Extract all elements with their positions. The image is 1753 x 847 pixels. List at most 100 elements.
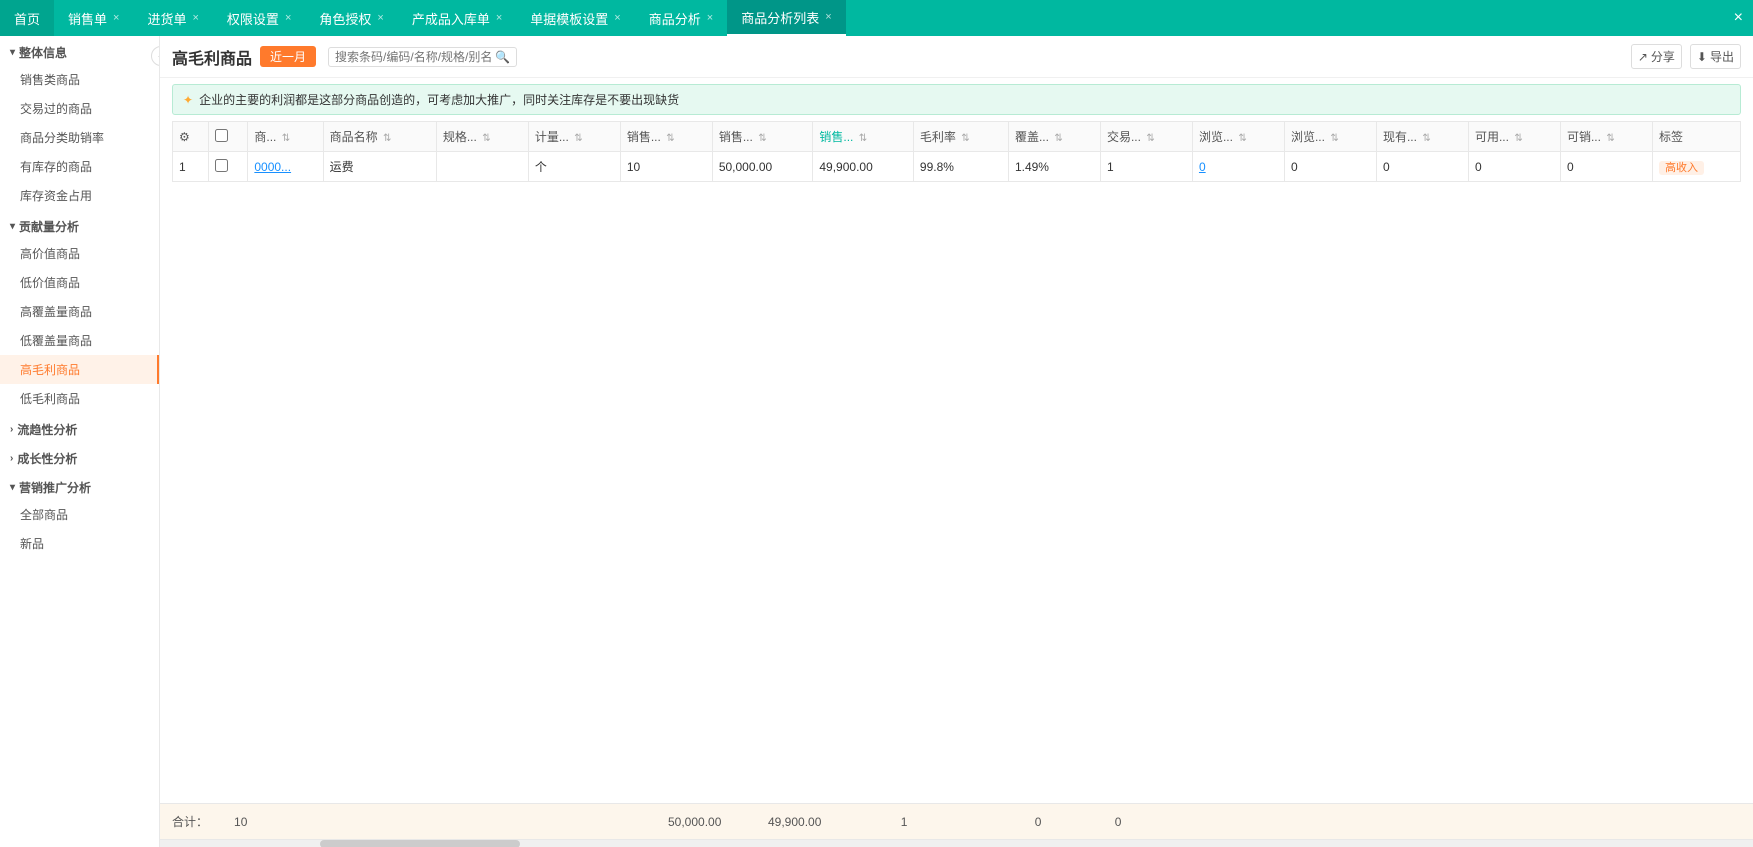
sidebar-group-marketing-label: 营销推广分析 (19, 479, 91, 496)
th-browse1[interactable]: 浏览... ⇅ (1192, 122, 1284, 152)
nav-item-template[interactable]: 单据模板设置 × (516, 0, 634, 36)
sidebar-group-contribution-label: 贡献量分析 (19, 218, 79, 235)
nav-label-template: 单据模板设置 (530, 9, 608, 28)
sort-coverage[interactable]: ⇅ (1054, 133, 1062, 144)
sort-name[interactable]: ⇅ (383, 133, 391, 144)
sidebar-item-high-value[interactable]: 高价值商品 (0, 239, 159, 268)
th-tag: 标签 (1652, 122, 1740, 152)
nav-label-analysis-list: 商品分析列表 (741, 8, 819, 27)
th-sale-amount[interactable]: 销售... ⇅ (712, 122, 813, 152)
sidebar-group-contribution[interactable]: ▾ 贡献量分析 (0, 210, 159, 239)
sidebar-item-sales-goods[interactable]: 销售类商品 (0, 65, 159, 94)
sort-gross-rate[interactable]: ⇅ (961, 133, 969, 144)
th-name[interactable]: 商品名称 ⇅ (323, 122, 436, 152)
sidebar-item-high-coverage[interactable]: 高覆盖量商品 (0, 297, 159, 326)
sort-code[interactable]: ⇅ (282, 133, 290, 144)
sidebar-group-overall-label: 整体信息 (19, 44, 67, 61)
sidebar-item-low-coverage[interactable]: 低覆盖量商品 (0, 326, 159, 355)
nav-item-roles[interactable]: 角色授权 × (305, 0, 397, 36)
th-unit[interactable]: 计量... ⇅ (528, 122, 620, 152)
share-label: 分享 (1651, 48, 1675, 65)
sidebar-group-trend[interactable]: › 流趋性分析 (0, 413, 159, 442)
footer-bar: 合计： 10 50,000.00 49,900.00 1 0 0 (160, 803, 1753, 839)
nav-item-analysis-list[interactable]: 商品分析列表 × (727, 0, 845, 36)
sort-available[interactable]: ⇅ (1514, 133, 1522, 144)
th-gross-rate[interactable]: 毛利率 ⇅ (913, 122, 1008, 152)
sidebar-item-high-margin[interactable]: 高毛利商品 (0, 355, 159, 384)
data-table: ⚙ 商... ⇅ 商品名称 ⇅ 规格... ⇅ (172, 121, 1741, 182)
sidebar-group-growth[interactable]: › 成长性分析 (0, 442, 159, 471)
nav-item-home[interactable]: 首页 (0, 0, 54, 36)
settings-icon[interactable]: ⚙ (179, 130, 190, 144)
sort-browse2[interactable]: ⇅ (1330, 133, 1338, 144)
sort-trade[interactable]: ⇅ (1146, 133, 1154, 144)
nav-close-sales[interactable]: × (113, 12, 119, 24)
sort-spec[interactable]: ⇅ (482, 133, 490, 144)
th-sale-qty[interactable]: 销售... ⇅ (620, 122, 712, 152)
td-spec (436, 152, 528, 182)
row-checkbox[interactable] (215, 159, 228, 172)
nav-label-analysis: 商品分析 (649, 9, 701, 28)
search-icon[interactable]: 🔍 (495, 50, 510, 64)
nav-close-template[interactable]: × (614, 12, 620, 24)
footer-cells: 10 50,000.00 49,900.00 1 0 0 (228, 815, 1741, 829)
share-button[interactable]: ↗ 分享 (1631, 44, 1682, 69)
sort-unit[interactable]: ⇅ (574, 133, 582, 144)
export-button[interactable]: ⬇ 导出 (1690, 44, 1741, 69)
share-icon: ↗ (1638, 50, 1648, 64)
nav-close-analysis[interactable]: × (707, 12, 713, 24)
sidebar-item-new-goods[interactable]: 新品 (0, 529, 159, 558)
nav-close-permissions[interactable]: × (285, 12, 291, 24)
td-seq: 1 (173, 152, 209, 182)
sort-sale-qty[interactable]: ⇅ (666, 133, 674, 144)
sidebar-group-marketing[interactable]: ▾ 营销推广分析 (0, 471, 159, 500)
sidebar-item-low-value[interactable]: 低价值商品 (0, 268, 159, 297)
sidebar-item-stocked-goods[interactable]: 有库存的商品 (0, 152, 159, 181)
sort-sale-amount[interactable]: ⇅ (758, 133, 766, 144)
scrollbar-thumb[interactable] (320, 840, 520, 847)
sort-browse1[interactable]: ⇅ (1238, 133, 1246, 144)
nav-item-inbound[interactable]: 产成品入库单 × (398, 0, 516, 36)
th-spec[interactable]: 规格... ⇅ (436, 122, 528, 152)
sidebar-item-all-goods[interactable]: 全部商品 (0, 500, 159, 529)
th-saleable-stock[interactable]: 可销... ⇅ (1560, 122, 1652, 152)
nav-item-permissions[interactable]: 权限设置 × (213, 0, 305, 36)
th-browse2[interactable]: 浏览... ⇅ (1284, 122, 1376, 152)
sidebar-item-low-margin[interactable]: 低毛利商品 (0, 384, 159, 413)
arrow-trend: › (10, 424, 13, 435)
info-banner-text: 企业的主要的利润都是这部分商品创造的，可考虑加大推广，同时关注库存是不要出现缺货 (199, 91, 679, 108)
nav-item-sales[interactable]: 销售单 × (54, 0, 133, 36)
nav-item-purchase[interactable]: 进货单 × (133, 0, 212, 36)
search-input[interactable] (335, 50, 495, 64)
nav-label-sales: 销售单 (68, 9, 107, 28)
nav-close-inbound[interactable]: × (496, 12, 502, 24)
nav-close-purchase[interactable]: × (192, 12, 198, 24)
sidebar-item-category-rate[interactable]: 商品分类助销率 (0, 123, 159, 152)
content-actions: ↗ 分享 ⬇ 导出 (1631, 44, 1741, 69)
th-trade[interactable]: 交易... ⇅ (1100, 122, 1192, 152)
nav-close-roles[interactable]: × (377, 12, 383, 24)
select-all-checkbox[interactable] (215, 129, 228, 142)
period-button[interactable]: 近一月 (260, 46, 316, 67)
nav-item-analysis[interactable]: 商品分析 × (635, 0, 727, 36)
sidebar-item-traded-goods[interactable]: 交易过的商品 (0, 94, 159, 123)
th-current-stock[interactable]: 现有... ⇅ (1376, 122, 1468, 152)
nav-label-roles: 角色授权 (319, 9, 371, 28)
sort-sale-profit[interactable]: ⇅ (859, 133, 867, 144)
content-area: 高毛利商品 近一月 🔍 ↗ 分享 ⬇ 导出 ✦ 企业的主要的利润都是这部分商品创… (160, 36, 1753, 847)
sort-current[interactable]: ⇅ (1422, 133, 1430, 144)
th-available-stock[interactable]: 可用... ⇅ (1468, 122, 1560, 152)
th-coverage[interactable]: 覆盖... ⇅ (1008, 122, 1100, 152)
nav-close-all[interactable]: × (1734, 9, 1753, 27)
th-code[interactable]: 商... ⇅ (248, 122, 323, 152)
horizontal-scrollbar[interactable] (160, 839, 1753, 847)
info-banner: ✦ 企业的主要的利润都是这部分商品创造的，可考虑加大推广，同时关注库存是不要出现… (172, 84, 1741, 115)
th-sale-profit[interactable]: 销售... ⇅ (813, 122, 914, 152)
sidebar: « ▾ 整体信息 销售类商品 交易过的商品 商品分类助销率 有库存的商品 库存资… (0, 36, 160, 847)
sort-saleable[interactable]: ⇅ (1606, 133, 1614, 144)
sidebar-item-stock-capital[interactable]: 库存资金占用 (0, 181, 159, 210)
nav-close-analysis-list[interactable]: × (825, 11, 831, 23)
td-browse1[interactable]: 0 (1192, 152, 1284, 182)
sidebar-group-overall[interactable]: ▾ 整体信息 (0, 36, 159, 65)
td-code[interactable]: 0000... (248, 152, 323, 182)
